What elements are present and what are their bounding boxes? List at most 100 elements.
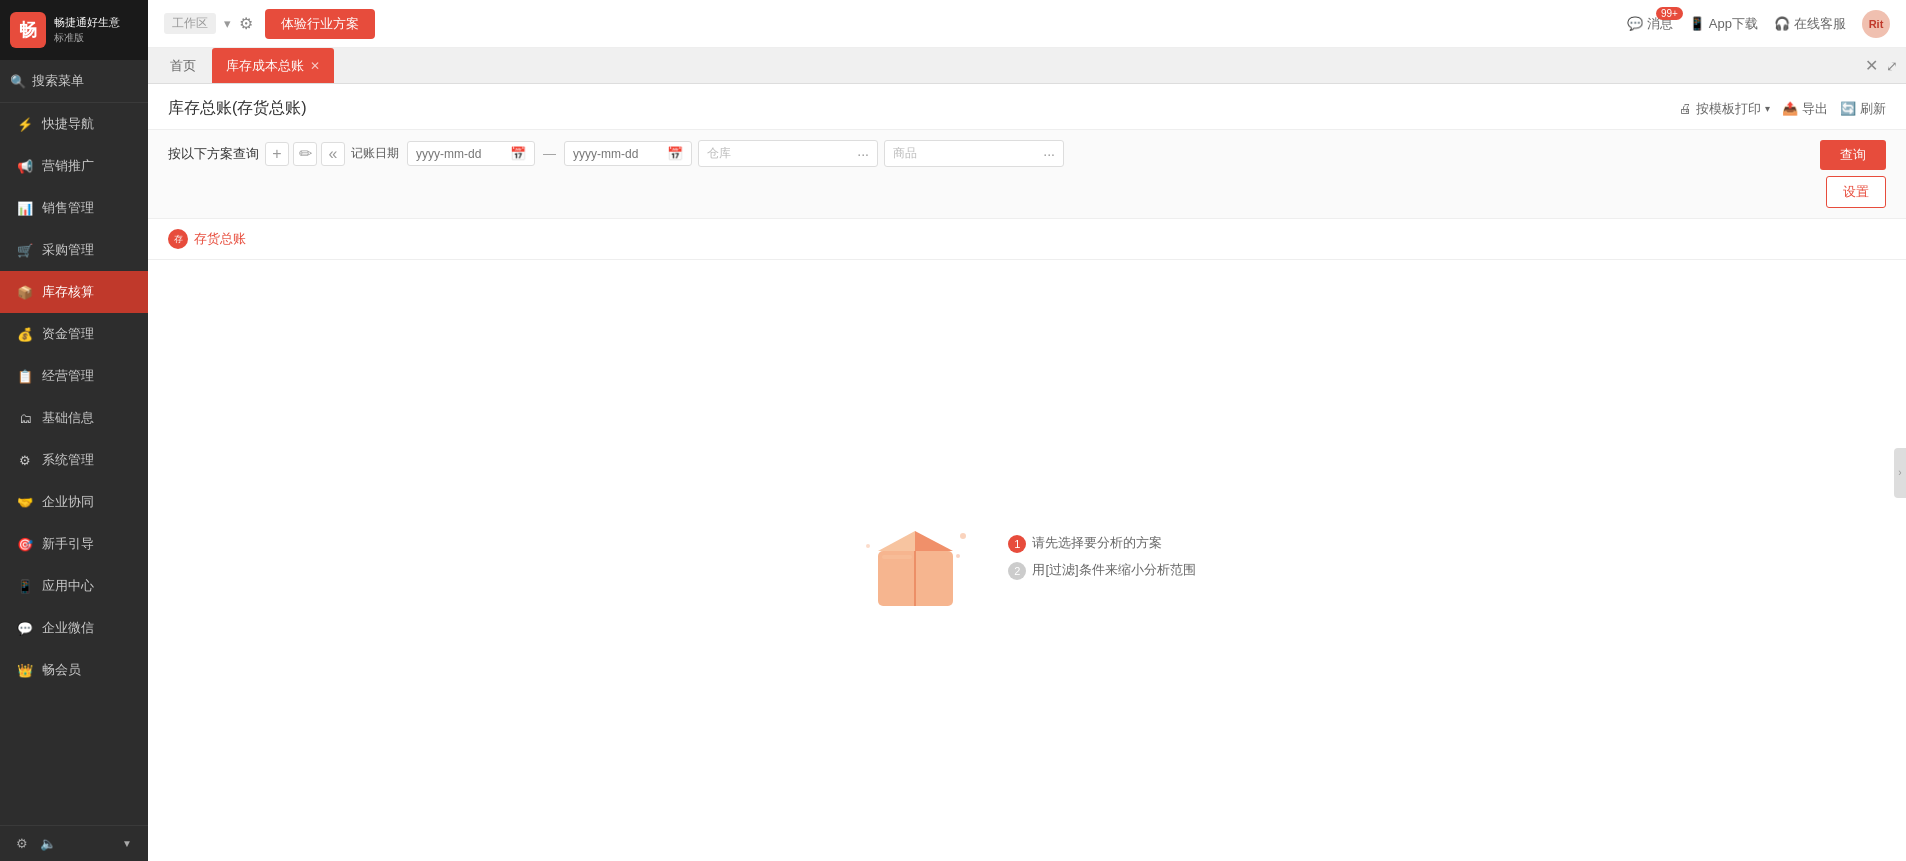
app-download-button[interactable]: 📱 App下载 xyxy=(1689,15,1758,33)
collapse-chevron-icon: › xyxy=(1898,467,1901,478)
online-service-button[interactable]: 🎧 在线客服 xyxy=(1774,15,1846,33)
scheme-label: 存货总账 xyxy=(194,230,246,248)
refresh-button[interactable]: 🔄 刷新 xyxy=(1840,100,1886,118)
date-filter-row: 记账日期 📅 — 📅 xyxy=(351,141,692,166)
date-end-input[interactable]: 📅 xyxy=(564,141,692,166)
sidebar-item-purchase[interactable]: 🛒 采购管理 xyxy=(0,229,148,271)
topbar-settings-icon[interactable]: ⚙ xyxy=(239,14,253,33)
sidebar-item-label: 企业微信 xyxy=(42,619,94,637)
message-button[interactable]: 💬 消息 99+ xyxy=(1627,15,1673,33)
basics-icon: 🗂 xyxy=(16,409,34,427)
calendar-end-icon[interactable]: 📅 xyxy=(667,146,683,161)
sidebar-item-operations[interactable]: 📋 经营管理 xyxy=(0,355,148,397)
step-1-num: 1 xyxy=(1008,535,1026,553)
print-dropdown-icon[interactable]: ▾ xyxy=(1765,103,1770,114)
user-avatar[interactable]: Rit xyxy=(1862,10,1890,38)
footer-icons: ⚙ 🔈 xyxy=(16,836,56,851)
sidebar-item-inventory[interactable]: 📦 库存核算 xyxy=(0,271,148,313)
topbar: 工作区 ▾ ⚙ 体验行业方案 💬 消息 99+ 📱 App下载 🎧 在线客服 R… xyxy=(148,0,1906,48)
settings-footer-icon[interactable]: ⚙ xyxy=(16,836,28,851)
query-button[interactable]: 查询 xyxy=(1820,140,1886,170)
export-button[interactable]: 📤 导出 xyxy=(1782,100,1828,118)
sidebar-item-enterprise[interactable]: 🤝 企业协同 xyxy=(0,481,148,523)
sidebar-item-finance[interactable]: 💰 资金管理 xyxy=(0,313,148,355)
add-filter-button[interactable]: + xyxy=(265,142,289,166)
settings-button[interactable]: 设置 xyxy=(1826,176,1886,208)
panel-resize-icon[interactable]: ⤢ xyxy=(1886,58,1898,74)
product-selector[interactable]: 商品 ··· xyxy=(884,140,1064,167)
warehouse-more-icon[interactable]: ··· xyxy=(857,146,869,162)
headset-icon: 🎧 xyxy=(1774,16,1790,31)
page-title: 库存总账(存货总账) xyxy=(168,98,307,119)
sidebar-item-label: 应用中心 xyxy=(42,577,94,595)
sidebar-item-label: 基础信息 xyxy=(42,409,94,427)
tab-home[interactable]: 首页 xyxy=(156,48,210,83)
sidebar-item-label: 采购管理 xyxy=(42,241,94,259)
warehouse-placeholder: 仓库 xyxy=(707,145,853,162)
date-start-field[interactable] xyxy=(416,147,506,161)
print-label: 按模板打印 xyxy=(1696,100,1761,118)
tab-close-icon[interactable]: ✕ xyxy=(310,59,320,73)
sidebar-item-system[interactable]: ⚙ 系统管理 xyxy=(0,439,148,481)
panel-close-icon[interactable]: ✕ xyxy=(1865,56,1878,75)
empty-svg xyxy=(858,501,978,621)
logo-text-block: 畅捷通好生意 标准版 xyxy=(54,15,120,44)
sidebar-item-label: 快捷导航 xyxy=(42,115,94,133)
industry-solution-button[interactable]: 体验行业方案 xyxy=(265,9,375,39)
tab-bar: 首页 库存成本总账 ✕ ✕ ⤢ xyxy=(148,48,1906,84)
date-end-field[interactable] xyxy=(573,147,663,161)
workspace-label: 工作区 xyxy=(164,13,216,34)
dropdown-arrow-icon: ▾ xyxy=(224,16,231,31)
app-download-label: App下载 xyxy=(1709,15,1758,33)
app-sub: 标准版 xyxy=(54,31,120,45)
header-actions: 🖨 按模板打印 ▾ 📤 导出 🔄 刷新 xyxy=(1679,100,1886,118)
collapse-filter-button[interactable]: « xyxy=(321,142,345,166)
message-badge: 99+ xyxy=(1656,7,1683,20)
warehouse-selector[interactable]: 仓库 ··· xyxy=(698,140,878,167)
tab-inventory-cost[interactable]: 库存成本总账 ✕ xyxy=(212,48,334,83)
sidebar-item-label: 库存核算 xyxy=(42,283,94,301)
product-placeholder: 商品 xyxy=(893,145,1039,162)
empty-text: 1 请先选择要分析的方案 2 用[过滤]条件来缩小分析范围 xyxy=(1008,534,1195,588)
audio-footer-icon[interactable]: 🔈 xyxy=(40,836,56,851)
wechat-icon: 💬 xyxy=(16,619,34,637)
sales-icon: 📊 xyxy=(16,199,34,217)
sidebar-item-apps[interactable]: 📱 应用中心 xyxy=(0,565,148,607)
print-button[interactable]: 🖨 按模板打印 ▾ xyxy=(1679,100,1770,118)
purchase-icon: 🛒 xyxy=(16,241,34,259)
sidebar-item-label: 销售管理 xyxy=(42,199,94,217)
scheme-item-inventory[interactable]: 存 存货总账 xyxy=(168,229,246,249)
scheme-selector-row: 存 存货总账 xyxy=(148,219,1906,260)
marketing-icon: 📢 xyxy=(16,157,34,175)
sidebar-item-basics[interactable]: 🗂 基础信息 xyxy=(0,397,148,439)
system-icon: ⚙ xyxy=(16,451,34,469)
date-start-input[interactable]: 📅 xyxy=(407,141,535,166)
apps-icon: 📱 xyxy=(16,577,34,595)
sidebar-search-area[interactable]: 🔍 搜索菜单 xyxy=(0,60,148,103)
export-label: 导出 xyxy=(1802,100,1828,118)
sidebar-item-quick-nav[interactable]: ⚡ 快捷导航 xyxy=(0,103,148,145)
side-collapse-handle[interactable]: › xyxy=(1894,448,1906,498)
search-menu-label: 搜索菜单 xyxy=(32,72,84,90)
add-icon: + xyxy=(272,145,281,163)
phone-icon: 📱 xyxy=(1689,16,1705,31)
sidebar-item-wechat[interactable]: 💬 企业微信 xyxy=(0,607,148,649)
logo-icon: 畅 xyxy=(10,12,46,48)
sidebar-item-newbie[interactable]: 🎯 新手引导 xyxy=(0,523,148,565)
sidebar-item-vip[interactable]: 👑 畅会员 xyxy=(0,649,148,691)
main-area: 工作区 ▾ ⚙ 体验行业方案 💬 消息 99+ 📱 App下载 🎧 在线客服 R… xyxy=(148,0,1906,861)
sidebar-item-marketing[interactable]: 📢 营销推广 xyxy=(0,145,148,187)
calendar-start-icon[interactable]: 📅 xyxy=(510,146,526,161)
edit-filter-button[interactable]: ✏ xyxy=(293,142,317,166)
product-more-icon[interactable]: ··· xyxy=(1043,146,1055,162)
print-icon: 🖨 xyxy=(1679,101,1692,116)
search-menu-button[interactable]: 🔍 搜索菜单 xyxy=(10,68,138,94)
sidebar-item-label: 企业协同 xyxy=(42,493,94,511)
scheme-icon: 存 xyxy=(168,229,188,249)
filter-left: 按以下方案查询 + ✏ « 记账日期 xyxy=(168,140,1820,167)
empty-illustration xyxy=(858,501,978,621)
sidebar-item-sales[interactable]: 📊 销售管理 xyxy=(0,187,148,229)
empty-state: 1 请先选择要分析的方案 2 用[过滤]条件来缩小分析范围 xyxy=(148,260,1906,861)
workspace-selector[interactable]: 工作区 ▾ xyxy=(164,13,231,34)
operations-icon: 📋 xyxy=(16,367,34,385)
